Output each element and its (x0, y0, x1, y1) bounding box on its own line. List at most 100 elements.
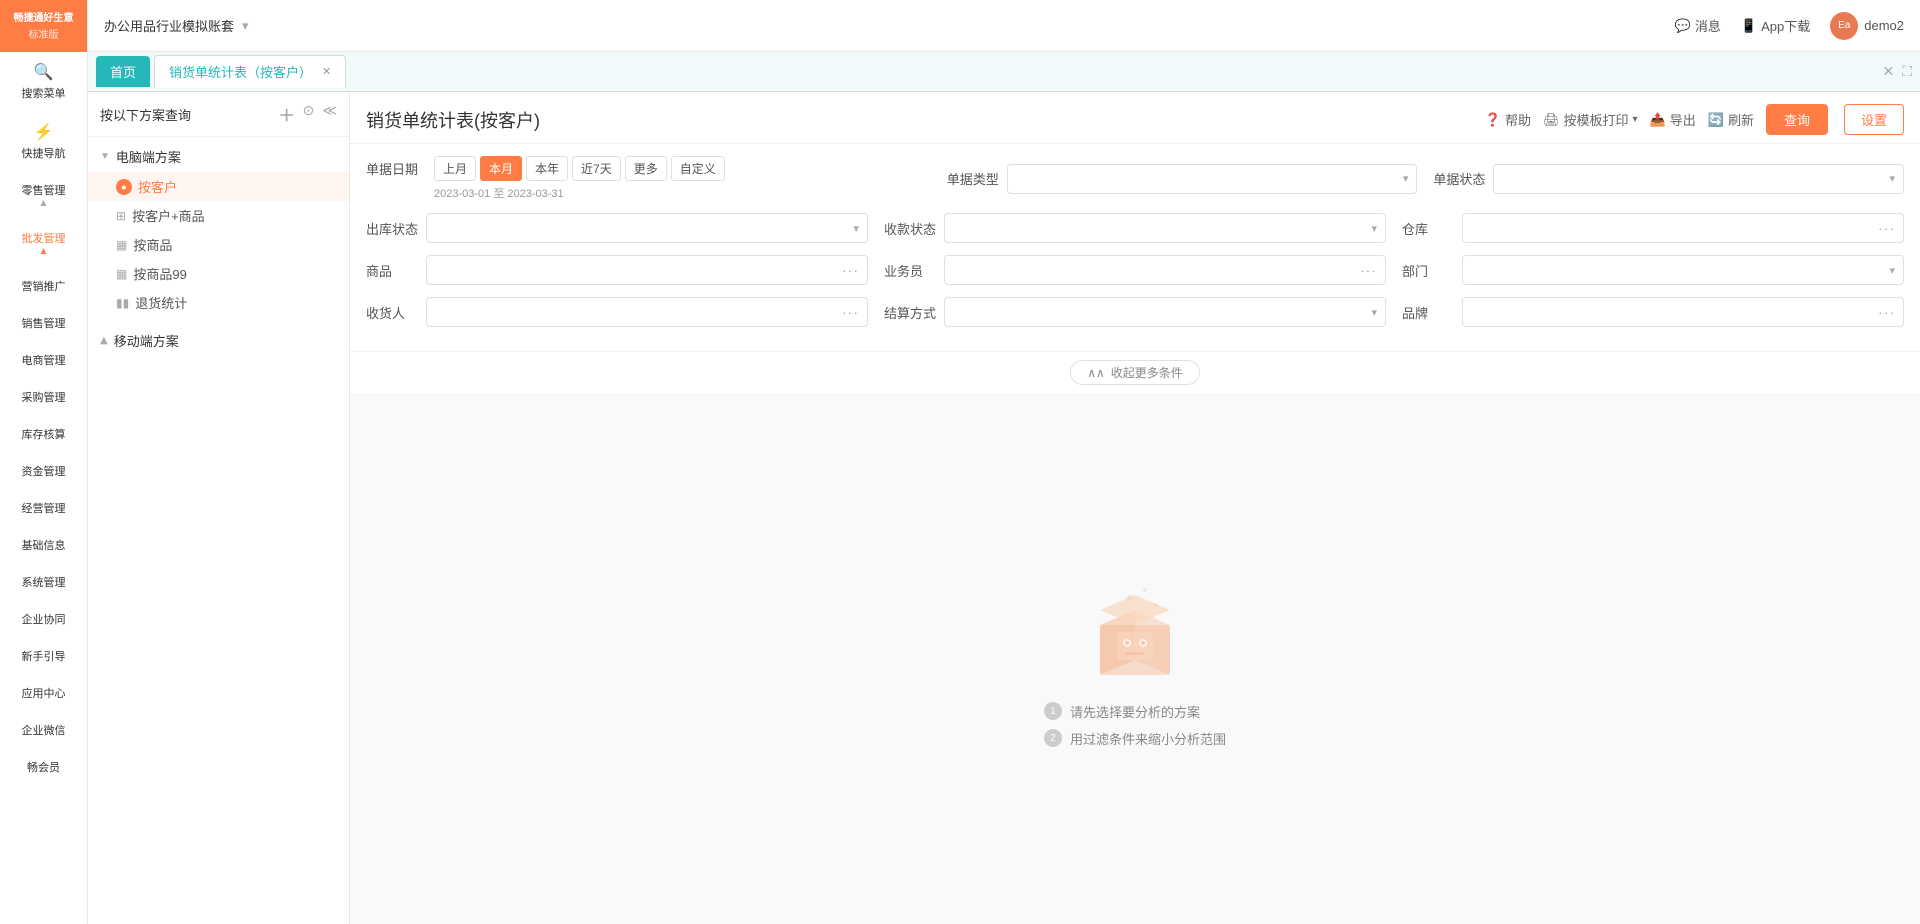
empty-hint-2: 2 用过滤条件来缩小分析范围 (1044, 729, 1226, 748)
app-download-btn[interactable]: 📱 App下载 (1741, 16, 1810, 35)
close-window-icon[interactable]: ✕ (1882, 63, 1894, 80)
user-area[interactable]: Ea demo2 (1830, 12, 1904, 40)
sidebar-item-quicknav[interactable]: ⚡ 快捷导航 (0, 112, 87, 172)
scheme-label-product: 按商品 (133, 235, 172, 254)
sidebar-item-appcenter[interactable]: 应用中心 (0, 675, 87, 712)
header-right: 💬 消息 📱 App下载 Ea demo2 (1675, 12, 1904, 40)
refresh-icon: 🔄 (1708, 112, 1724, 128)
date-btn-this-month[interactable]: 本月 (480, 156, 522, 181)
empty-hints: 1 请先选择要分析的方案 2 用过滤条件来缩小分析范围 (1044, 702, 1226, 748)
scheme-label-customer-product: 按客户+商品 (132, 206, 205, 225)
table2-icon: ▦ (116, 267, 127, 281)
payment-status-select[interactable]: ▾ (944, 213, 1386, 243)
collapse-up-icon: ∧∧ (1087, 366, 1105, 380)
collapse-button[interactable]: ∧∧ 收起更多条件 (1070, 360, 1200, 385)
filter-row-1: 单据日期 上月 本月 本年 近7天 更多 自定义 2023-03-0 (366, 156, 1904, 201)
add-scheme-btn[interactable]: ＋ (279, 102, 295, 126)
tab-bar: 首页 销货单统计表（按客户） ✕ ✕ ⛶ (88, 52, 1920, 92)
message-icon: 💬 (1675, 18, 1691, 34)
date-label: 单据日期 (366, 159, 426, 178)
dept-dropdown-icon: ▾ (1889, 264, 1895, 277)
sidebar-item-wholesale[interactable]: 批发管理 ▲ (0, 220, 87, 268)
sidebar-item-purchase[interactable]: 采购管理 (0, 379, 87, 416)
desktop-scheme-parent[interactable]: ▼ 电脑端方案 (88, 141, 349, 172)
table-icon: ▦ (116, 238, 127, 252)
settlement-dropdown-icon: ▾ (1371, 306, 1377, 319)
order-type-select[interactable]: ▾ (1007, 164, 1418, 194)
collapse-panel-btn[interactable]: ≪ (322, 102, 337, 126)
date-btn-more[interactable]: 更多 (625, 156, 667, 181)
product-dots-icon: ··· (842, 262, 859, 278)
date-btn-last-month[interactable]: 上月 (434, 156, 476, 181)
sidebar-item-operation[interactable]: 经营管理 (0, 490, 87, 527)
sidebar-item-guide[interactable]: 新手引导 (0, 638, 87, 675)
order-type-dropdown-icon: ▾ (1403, 172, 1409, 185)
date-btn-custom[interactable]: 自定义 (671, 156, 725, 181)
order-status-cell: 单据状态 ▾ (1433, 164, 1904, 194)
scheme-actions: ＋ ⊙ ≪ (279, 102, 337, 126)
date-btn-this-year[interactable]: 本年 (526, 156, 568, 181)
maximize-icon[interactable]: ⛶ (1902, 63, 1912, 80)
collapse-label: 收起更多条件 (1111, 364, 1183, 381)
refresh-btn[interactable]: 🔄 刷新 (1708, 110, 1754, 129)
sidebar-item-finance[interactable]: 资金管理 (0, 453, 87, 490)
stock-status-select[interactable]: ▾ (426, 213, 868, 243)
sidebar-item-wechat[interactable]: 企业微信 (0, 712, 87, 749)
message-btn[interactable]: 💬 消息 (1675, 16, 1721, 35)
stock-status-cell: 出库状态 ▾ (366, 213, 868, 243)
mobile-scheme-parent[interactable]: ▶ 移动端方案 (88, 325, 349, 356)
scheme-by-product-99[interactable]: ▦ 按商品99 (88, 259, 349, 288)
sidebar-item-marketing[interactable]: 营销推广 (0, 268, 87, 305)
sidebar-item-system[interactable]: 系统管理 (0, 564, 87, 601)
tab-close-icon[interactable]: ✕ (322, 65, 331, 78)
tab-sales-stat[interactable]: 销货单统计表（按客户） ✕ (154, 55, 346, 88)
help-icon: ❓ (1485, 112, 1501, 128)
brand-select[interactable]: ··· (1462, 297, 1904, 327)
staff-select[interactable]: ··· (944, 255, 1386, 285)
mobile-expand-icon: ▶ (98, 337, 109, 345)
header-left: 办公用品行业模拟账套 ▾ (104, 16, 249, 35)
receiver-cell: 收货人 ··· (366, 297, 868, 327)
sidebar-item-member[interactable]: 畅会员 (0, 749, 87, 786)
settings-button[interactable]: 设置 (1844, 104, 1904, 135)
empty-illustration (1075, 570, 1195, 690)
warehouse-dots-icon: ··· (1878, 220, 1895, 236)
scheme-label-customer: 按客户 (138, 177, 177, 196)
tab-sales-label: 销货单统计表（按客户） (169, 62, 312, 81)
tab-home[interactable]: 首页 (96, 56, 150, 87)
window-controls: ✕ ⛶ (1882, 63, 1912, 80)
sidebar-item-sales[interactable]: 销售管理 (0, 305, 87, 342)
scheme-by-customer[interactable]: ● 按客户 (88, 172, 349, 201)
filter-area: 单据日期 上月 本月 本年 近7天 更多 自定义 2023-03-0 (350, 144, 1920, 351)
sidebar-item-enterprise[interactable]: 企业协同 (0, 601, 87, 638)
product-select[interactable]: ··· (426, 255, 868, 285)
date-range: 2023-03-01 至 2023-03-31 (434, 185, 564, 201)
settlement-select[interactable]: ▾ (944, 297, 1386, 327)
top-header: 办公用品行业模拟账套 ▾ 💬 消息 📱 App下载 Ea demo2 (88, 0, 1920, 52)
date-btn-7days[interactable]: 近7天 (572, 156, 621, 181)
dept-select[interactable]: ▾ (1462, 255, 1904, 285)
sidebar-item-basic[interactable]: 基础信息 (0, 527, 87, 564)
order-status-select[interactable]: ▾ (1493, 164, 1904, 194)
scheme-return-stats[interactable]: ▮▮ 退货统计 (88, 288, 349, 317)
right-panel: 销货单统计表(按客户) ❓ 帮助 🖨 按模板打印 ▾ 📤 导出 (350, 92, 1920, 924)
print-dropdown-icon: ▾ (1633, 114, 1638, 125)
receiver-select[interactable]: ··· (426, 297, 868, 327)
warehouse-select[interactable]: ··· (1462, 213, 1904, 243)
print-btn[interactable]: 🖨 按模板打印 ▾ (1543, 110, 1638, 129)
query-button[interactable]: 查询 (1766, 104, 1828, 135)
scheme-by-product[interactable]: ▦ 按商品 (88, 230, 349, 259)
edit-scheme-btn[interactable]: ⊙ (303, 102, 315, 126)
stock-status-label: 出库状态 (366, 219, 426, 238)
order-status-dropdown-icon: ▾ (1889, 172, 1895, 185)
sidebar-item-inventory[interactable]: 库存核算 (0, 416, 87, 453)
sidebar-item-retail[interactable]: 零售管理 ▲ (0, 172, 87, 220)
help-btn[interactable]: ❓ 帮助 (1485, 110, 1531, 129)
bar-icon: ▮▮ (116, 296, 129, 310)
sidebar-item-ecommerce[interactable]: 电商管理 (0, 342, 87, 379)
scheme-by-customer-product[interactable]: ⊞ 按客户+商品 (88, 201, 349, 230)
empty-hint-1: 1 请先选择要分析的方案 (1044, 702, 1226, 721)
payment-status-cell: 收款状态 ▾ (884, 213, 1386, 243)
sidebar-item-search[interactable]: 🔍 搜索菜单 (0, 52, 87, 112)
export-btn[interactable]: 📤 导出 (1650, 110, 1696, 129)
